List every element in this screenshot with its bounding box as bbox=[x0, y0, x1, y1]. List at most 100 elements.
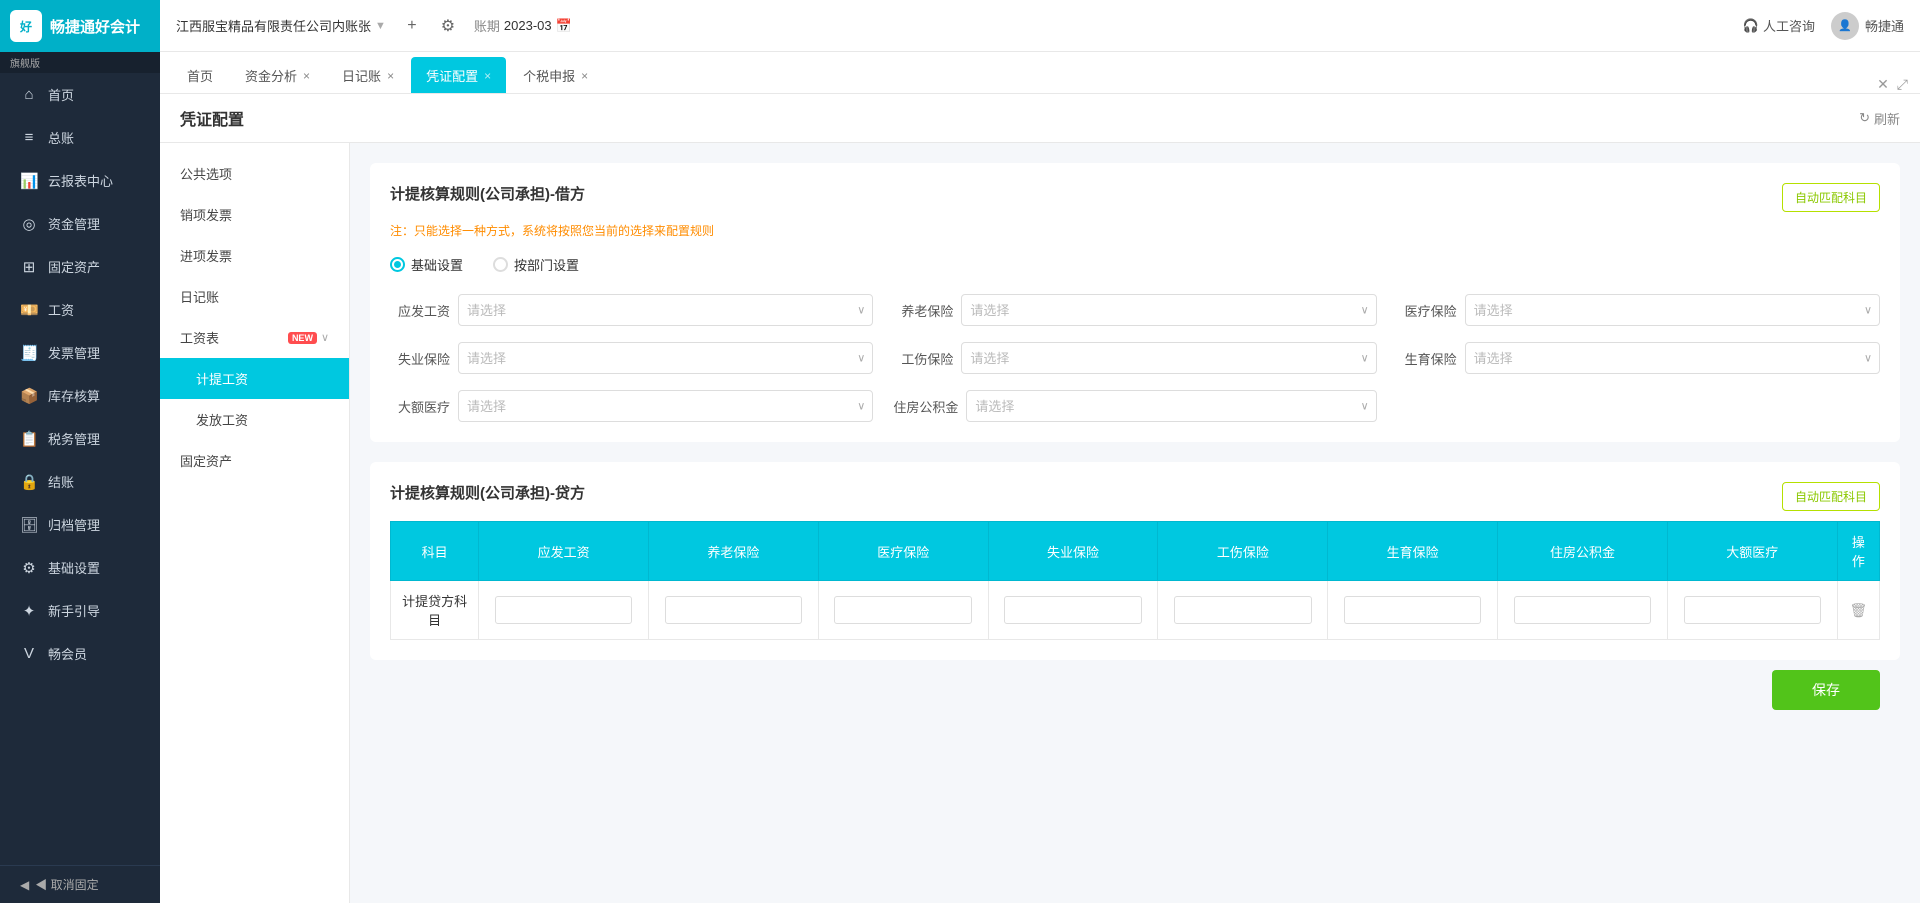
service-btn[interactable]: 🎧 人工咨询 bbox=[1743, 16, 1815, 35]
input-yfgz[interactable] bbox=[495, 596, 633, 624]
left-menu-item-pay-salary[interactable]: 发放工资 bbox=[160, 399, 349, 440]
left-menu-item-advance-salary[interactable]: 计提工资 bbox=[160, 358, 349, 399]
tab-label: 首页 bbox=[187, 66, 213, 85]
left-menu-item-public[interactable]: 公共选项 bbox=[160, 153, 349, 194]
page-header: 凭证配置 ↻ 刷新 bbox=[160, 94, 1920, 143]
cell-gsbx[interactable] bbox=[1158, 581, 1328, 640]
cell-ylbx[interactable] bbox=[818, 581, 988, 640]
credit-section: 自动匹配科目 计提核算规则(公司承担)-贷方 科目 应发工资 养老保险 医疗保险 bbox=[370, 462, 1900, 660]
select-sybx2[interactable]: 请选择 ∨ bbox=[1465, 342, 1880, 374]
cell-dely[interactable] bbox=[1667, 581, 1837, 640]
sidebar-item-label: 工资 bbox=[48, 300, 74, 319]
close-accounts-icon: 🔒 bbox=[20, 473, 38, 491]
settings-btn[interactable]: ⚙ bbox=[434, 12, 462, 40]
tab-home[interactable]: 首页 bbox=[172, 57, 228, 93]
tab-tax[interactable]: 个税申报 × bbox=[508, 57, 603, 93]
sidebar-item-salary[interactable]: 💴 工资 bbox=[0, 288, 160, 331]
sidebar-item-assets[interactable]: ⊞ 固定资产 bbox=[0, 245, 160, 288]
left-menu-item-salary-table[interactable]: 工资表 NEW ∨ bbox=[160, 317, 349, 358]
topbar: 江西服宝精品有限责任公司内账张 ▼ + ⚙ 账期 2023-03 📅 🎧 人工咨… bbox=[160, 0, 1920, 52]
sidebar-item-archive[interactable]: 🗄 归档管理 bbox=[0, 503, 160, 546]
input-yybx[interactable] bbox=[665, 596, 803, 624]
select-sybx[interactable]: 请选择 ∨ bbox=[458, 342, 873, 374]
radio-dept[interactable]: 按部门设置 bbox=[493, 255, 579, 274]
tab-close-icon[interactable]: × bbox=[303, 69, 310, 83]
tab-journal[interactable]: 日记账 × bbox=[327, 57, 409, 93]
left-menu-item-purchase[interactable]: 进项发票 bbox=[160, 235, 349, 276]
main-area: 江西服宝精品有限责任公司内账张 ▼ + ⚙ 账期 2023-03 📅 🎧 人工咨… bbox=[160, 0, 1920, 903]
select-ylbx-input[interactable]: 请选择 bbox=[1465, 294, 1880, 326]
input-zfgjj[interactable] bbox=[1514, 596, 1652, 624]
debit-auto-match-btn[interactable]: 自动匹配科目 bbox=[1782, 183, 1880, 212]
tab-label: 资金分析 bbox=[245, 66, 297, 85]
select-yybx-input[interactable]: 请选择 bbox=[961, 294, 1376, 326]
close-tab-icon[interactable]: ✕ bbox=[1877, 76, 1889, 93]
sidebar-item-reports[interactable]: 📊 云报表中心 bbox=[0, 159, 160, 202]
tab-close-icon[interactable]: × bbox=[387, 69, 394, 83]
app-name: 畅捷通好会计 bbox=[50, 16, 140, 37]
company-selector[interactable]: 江西服宝精品有限责任公司内账张 ▼ bbox=[176, 16, 386, 35]
add-account-btn[interactable]: + bbox=[398, 12, 426, 40]
sidebar-item-guide[interactable]: ✦ 新手引导 bbox=[0, 589, 160, 632]
input-ylbx[interactable] bbox=[834, 596, 972, 624]
select-yfgz[interactable]: 请选择 ∨ bbox=[458, 294, 873, 326]
select-dely[interactable]: 请选择 ∨ bbox=[458, 390, 873, 422]
radio-label-basic: 基础设置 bbox=[411, 255, 463, 274]
cell-yybx[interactable] bbox=[649, 581, 819, 640]
sidebar-item-funds[interactable]: ◎ 资金管理 bbox=[0, 202, 160, 245]
tab-close-icon[interactable]: × bbox=[484, 69, 491, 83]
sidebar-item-member[interactable]: V 畅会员 bbox=[0, 632, 160, 675]
cell-sybx[interactable] bbox=[988, 581, 1158, 640]
col-sybx: 失业保险 bbox=[988, 522, 1158, 581]
cell-sybx2[interactable] bbox=[1328, 581, 1498, 640]
sidebar-item-home[interactable]: ⌂ 首页 bbox=[0, 73, 160, 116]
select-gsbx[interactable]: 请选择 ∨ bbox=[961, 342, 1376, 374]
sidebar-item-label: 库存核算 bbox=[48, 386, 100, 405]
input-sybx2[interactable] bbox=[1344, 596, 1482, 624]
calendar-icon: 📅 bbox=[556, 18, 572, 34]
left-menu-item-fixed-assets[interactable]: 固定资产 bbox=[160, 440, 349, 481]
select-sybx2-input[interactable]: 请选择 bbox=[1465, 342, 1880, 374]
sidebar-item-ledger[interactable]: ≡ 总账 bbox=[0, 116, 160, 159]
sidebar-collapse-btn[interactable]: ◀ ◀ 取消固定 bbox=[0, 865, 160, 903]
sidebar-item-label: 税务管理 bbox=[48, 429, 100, 448]
label-sybx: 失业保险 bbox=[390, 349, 450, 368]
tab-close-icon[interactable]: × bbox=[581, 69, 588, 83]
radio-basic[interactable]: 基础设置 bbox=[390, 255, 463, 274]
save-btn[interactable]: 保存 bbox=[1772, 670, 1880, 710]
sidebar-item-tax[interactable]: 📋 税务管理 bbox=[0, 417, 160, 460]
tab-funds[interactable]: 资金分析 × bbox=[230, 57, 325, 93]
user-menu[interactable]: 👤 畅捷通 bbox=[1831, 12, 1904, 40]
delete-row-icon[interactable]: 🗑 bbox=[1849, 602, 1867, 618]
select-ylbx[interactable]: 请选择 ∨ bbox=[1465, 294, 1880, 326]
credit-auto-match-btn[interactable]: 自动匹配科目 bbox=[1782, 482, 1880, 511]
input-gsbx[interactable] bbox=[1174, 596, 1312, 624]
input-dely[interactable] bbox=[1684, 596, 1822, 624]
sidebar-item-settings[interactable]: ⚙ 基础设置 bbox=[0, 546, 160, 589]
expand-icon[interactable]: ⤢ bbox=[1897, 76, 1908, 93]
inventory-icon: 📦 bbox=[20, 387, 38, 405]
select-dely-input[interactable]: 请选择 bbox=[458, 390, 873, 422]
sidebar-item-invoice[interactable]: 🧾 发票管理 bbox=[0, 331, 160, 374]
select-gsbx-input[interactable]: 请选择 bbox=[961, 342, 1376, 374]
left-menu-item-sales[interactable]: 销项发票 bbox=[160, 194, 349, 235]
sidebar-item-inventory[interactable]: 📦 库存核算 bbox=[0, 374, 160, 417]
refresh-btn[interactable]: ↻ 刷新 bbox=[1859, 109, 1900, 128]
tax-icon: 📋 bbox=[20, 430, 38, 448]
cell-yfgz[interactable] bbox=[479, 581, 649, 640]
tab-voucher[interactable]: 凭证配置 × bbox=[411, 57, 506, 93]
select-yfgz-input[interactable]: 请选择 bbox=[458, 294, 873, 326]
period-selector[interactable]: 账期 2023-03 📅 bbox=[474, 16, 572, 35]
select-sybx-input[interactable]: 请选择 bbox=[458, 342, 873, 374]
left-menu-item-journal[interactable]: 日记账 bbox=[160, 276, 349, 317]
guide-icon: ✦ bbox=[20, 602, 38, 620]
input-sybx[interactable] bbox=[1004, 596, 1142, 624]
select-zfgjj[interactable]: 请选择 ∨ bbox=[966, 390, 1376, 422]
sidebar: 好 畅捷通好会计 旗舰版 ⌂ 首页 ≡ 总账 📊 云报表中心 ◎ 资金管理 ⊞ … bbox=[0, 0, 160, 903]
select-zfgjj-input[interactable]: 请选择 bbox=[966, 390, 1376, 422]
sidebar-item-close[interactable]: 🔒 结账 bbox=[0, 460, 160, 503]
cell-zfgjj[interactable] bbox=[1498, 581, 1668, 640]
col-yfgz: 应发工资 bbox=[479, 522, 649, 581]
select-yybx[interactable]: 请选择 ∨ bbox=[961, 294, 1376, 326]
topbar-right: 🎧 人工咨询 👤 畅捷通 bbox=[1743, 12, 1904, 40]
